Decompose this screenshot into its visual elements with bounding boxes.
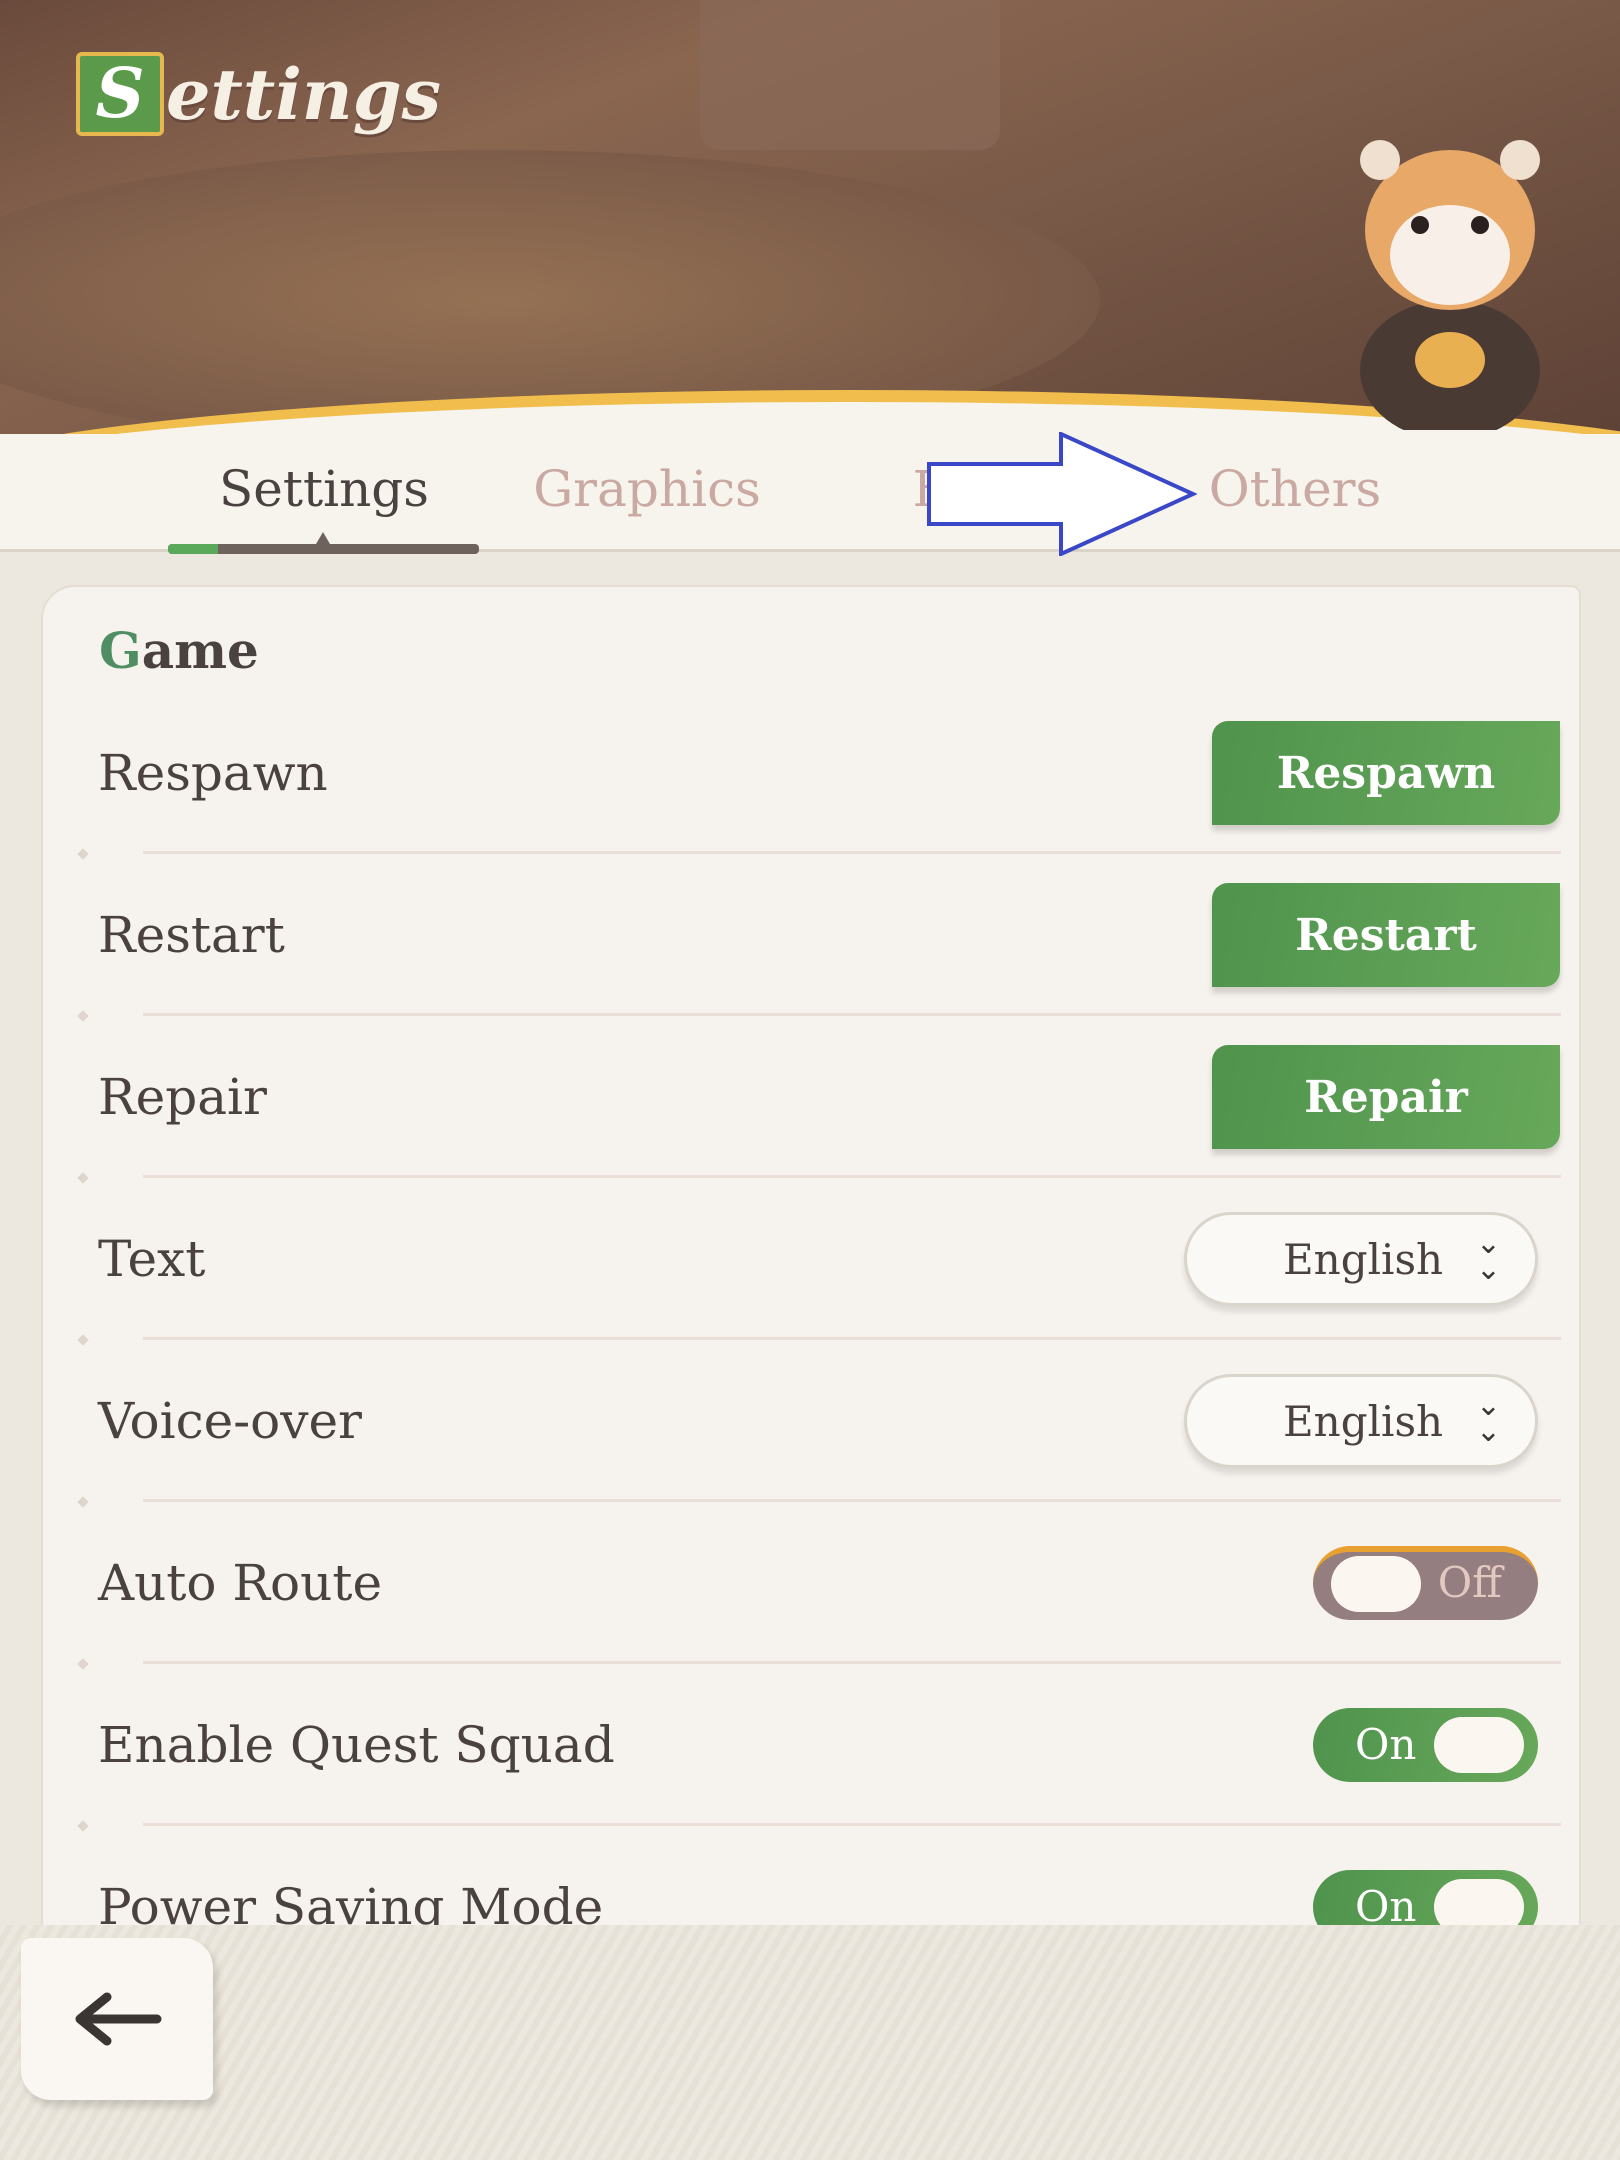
voice-over-language-dropdown[interactable]: English ⌄ ⌄	[1184, 1374, 1538, 1468]
dropdown-value: English	[1283, 1235, 1444, 1284]
annotation-arrow-icon	[927, 432, 1197, 556]
title-initial: S	[76, 52, 164, 136]
row-label: Voice-over	[98, 1392, 362, 1450]
row-label: Enable Quest Squad	[98, 1716, 615, 1774]
bottom-bar	[0, 1925, 1620, 2160]
toggle-state: On	[1355, 1720, 1417, 1769]
row-label: Auto Route	[98, 1554, 383, 1612]
active-tab-indicator	[168, 532, 479, 554]
tab-settings[interactable]: Settings	[219, 460, 429, 518]
text-language-dropdown[interactable]: English ⌄ ⌄	[1184, 1212, 1538, 1306]
row-auto-route: Auto Route Off	[43, 1502, 1579, 1670]
auto-route-toggle[interactable]: Off	[1313, 1546, 1538, 1620]
back-button[interactable]	[21, 1938, 213, 2100]
hamster-mascot	[1360, 140, 1540, 430]
page-title: S ettings	[76, 52, 441, 136]
header-banner: S ettings	[0, 0, 1620, 440]
toggle-state: Off	[1437, 1558, 1502, 1607]
double-chevron-down-icon: ⌄ ⌄	[1475, 1226, 1501, 1287]
restart-button[interactable]: Restart	[1212, 883, 1560, 987]
tab-graphics[interactable]: Graphics	[533, 460, 761, 518]
row-respawn: Respawn Respawn	[43, 692, 1579, 860]
title-rest: ettings	[166, 52, 442, 136]
row-label: Respawn	[98, 744, 328, 802]
quest-squad-toggle[interactable]: On	[1313, 1708, 1538, 1782]
scenery-house	[700, 0, 1000, 150]
settings-panel: Game Respawn Respawn Restart Restart Rep…	[41, 585, 1581, 1985]
row-label: Repair	[98, 1068, 267, 1126]
row-label: Text	[98, 1230, 206, 1288]
toggle-state: On	[1355, 1882, 1417, 1931]
row-voice-over: Voice-over English ⌄ ⌄	[43, 1340, 1579, 1508]
dropdown-value: English	[1283, 1397, 1444, 1446]
section-title-game: Game	[99, 621, 259, 680]
tab-bar: Settings Graphics F Others	[0, 434, 1620, 554]
double-chevron-down-icon: ⌄ ⌄	[1475, 1388, 1501, 1449]
row-restart: Restart Restart	[43, 854, 1579, 1022]
toggle-knob	[1331, 1556, 1421, 1612]
row-text: Text English ⌄ ⌄	[43, 1178, 1579, 1346]
repair-button[interactable]: Repair	[1212, 1045, 1560, 1149]
row-repair: Repair Repair	[43, 1016, 1579, 1184]
tab-others[interactable]: Others	[1209, 460, 1381, 518]
row-enable-quest-squad: Enable Quest Squad On	[43, 1664, 1579, 1832]
respawn-button[interactable]: Respawn	[1212, 721, 1560, 825]
arrow-left-icon	[75, 1992, 162, 2046]
row-label: Restart	[98, 906, 285, 964]
toggle-knob	[1434, 1717, 1524, 1773]
